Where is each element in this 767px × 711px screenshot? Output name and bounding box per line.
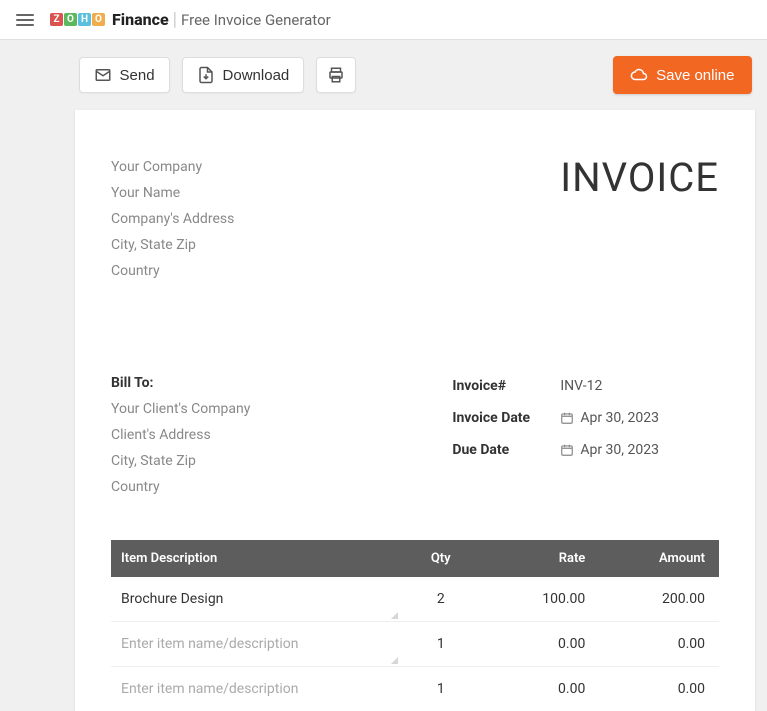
table-row: Brochure Design 2 100.00 200.00 xyxy=(111,577,719,622)
cloud-icon xyxy=(630,66,648,84)
calendar-icon xyxy=(560,443,574,457)
due-date-label: Due Date xyxy=(452,442,560,458)
mail-icon xyxy=(94,66,112,84)
item-amount: 0.00 xyxy=(595,667,719,711)
item-amount: 0.00 xyxy=(595,622,719,667)
item-qty-input[interactable]: 1 xyxy=(400,667,482,711)
resize-grip-icon[interactable] xyxy=(390,656,398,664)
invoice-header-row: Your Company Your Name Company's Address… xyxy=(111,154,719,284)
download-label: Download xyxy=(223,67,290,84)
brand-divider: | xyxy=(173,9,177,30)
your-name[interactable]: Your Name xyxy=(111,180,234,206)
company-name[interactable]: Your Company xyxy=(111,154,234,180)
billto-label: Bill To: xyxy=(111,370,250,396)
item-desc-input[interactable]: Enter item name/description xyxy=(111,622,400,667)
billto-block[interactable]: Bill To: Your Client's Company Client's … xyxy=(111,370,250,500)
invoice-meta-row: Bill To: Your Client's Company Client's … xyxy=(111,370,719,500)
client-address[interactable]: Client's Address xyxy=(111,422,250,448)
invoice-page: Your Company Your Name Company's Address… xyxy=(75,110,755,711)
brand-finance-text: Finance xyxy=(112,10,169,29)
invoice-number-value[interactable]: INV-12 xyxy=(560,378,602,394)
th-amount: Amount xyxy=(595,540,719,577)
client-company[interactable]: Your Client's Company xyxy=(111,396,250,422)
th-qty: Qty xyxy=(400,540,482,577)
table-row: Enter item name/description 1 0.00 0.00 xyxy=(111,667,719,711)
items-table: Item Description Qty Rate Amount Brochur… xyxy=(111,540,719,711)
item-qty-input[interactable]: 1 xyxy=(400,622,482,667)
company-block[interactable]: Your Company Your Name Company's Address… xyxy=(111,154,234,284)
download-icon xyxy=(197,66,215,84)
send-button[interactable]: Send xyxy=(79,57,170,93)
item-desc-input[interactable]: Brochure Design xyxy=(111,577,400,622)
hamburger-menu-icon[interactable] xyxy=(12,10,38,30)
invoice-title[interactable]: INVOICE xyxy=(560,154,719,201)
table-row: Enter item name/description 1 0.00 0.00 xyxy=(111,622,719,667)
item-rate-input[interactable]: 0.00 xyxy=(482,667,595,711)
topbar: ZOHO Finance | Free Invoice Generator xyxy=(0,0,767,40)
save-online-label: Save online xyxy=(656,67,734,84)
download-button[interactable]: Download xyxy=(182,57,305,93)
resize-grip-icon[interactable] xyxy=(390,611,398,619)
client-country[interactable]: Country xyxy=(111,474,250,500)
item-qty-input[interactable]: 2 xyxy=(400,577,482,622)
company-country[interactable]: Country xyxy=(111,258,234,284)
send-label: Send xyxy=(120,67,155,84)
invoice-meta: Invoice# INV-12 Invoice Date Apr 30, 202… xyxy=(452,370,659,466)
item-amount: 200.00 xyxy=(595,577,719,622)
calendar-icon xyxy=(560,411,574,425)
item-rate-input[interactable]: 100.00 xyxy=(482,577,595,622)
zoho-logo-icon: ZOHO xyxy=(50,13,106,26)
action-toolbar: Send Download Save online xyxy=(4,40,764,110)
save-online-button[interactable]: Save online xyxy=(613,56,751,94)
print-button[interactable] xyxy=(316,57,356,93)
company-address[interactable]: Company's Address xyxy=(111,206,234,232)
brand-subtitle: Free Invoice Generator xyxy=(181,11,331,29)
brand-logo: ZOHO Finance | Free Invoice Generator xyxy=(50,9,331,30)
company-city[interactable]: City, State Zip xyxy=(111,232,234,258)
th-rate: Rate xyxy=(482,540,595,577)
client-city[interactable]: City, State Zip xyxy=(111,448,250,474)
items-tbody: Brochure Design 2 100.00 200.00 Enter it… xyxy=(111,577,719,711)
item-rate-input[interactable]: 0.00 xyxy=(482,622,595,667)
th-desc: Item Description xyxy=(111,540,400,577)
print-icon xyxy=(327,66,345,84)
invoice-date-label: Invoice Date xyxy=(452,410,560,426)
item-desc-input[interactable]: Enter item name/description xyxy=(111,667,400,711)
invoice-number-label: Invoice# xyxy=(452,378,560,394)
invoice-date-value[interactable]: Apr 30, 2023 xyxy=(580,410,659,426)
due-date-value[interactable]: Apr 30, 2023 xyxy=(580,442,659,458)
